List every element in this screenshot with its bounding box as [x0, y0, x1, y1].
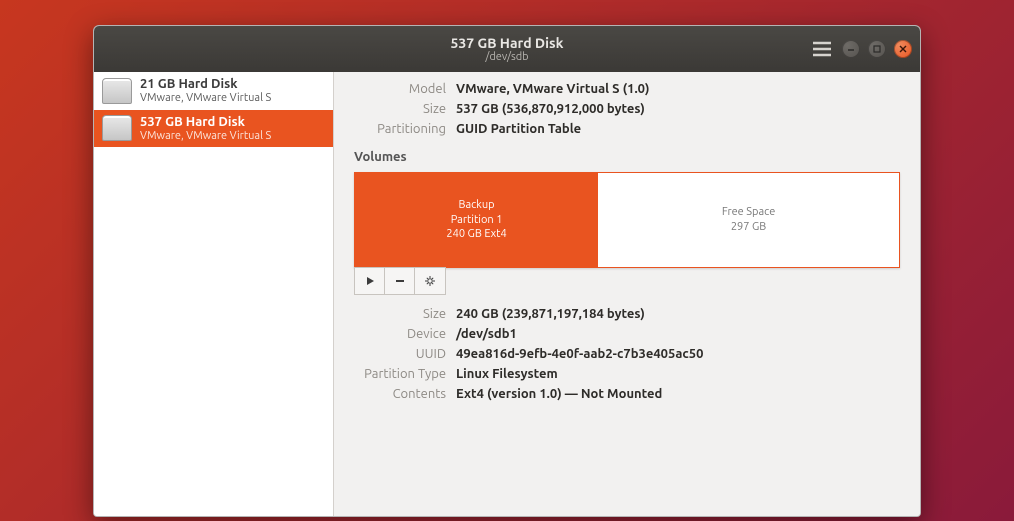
disk-properties: Model VMware, VMware Virtual S (1.0) Siz… [354, 82, 900, 136]
close-button[interactable] [894, 40, 912, 58]
disk-list-item[interactable]: 21 GB Hard Disk VMware, VMware Virtual S [94, 72, 333, 110]
window-subtitle: /dev/sdb [94, 51, 920, 64]
value-ptype: Linux Filesystem [456, 367, 900, 381]
hard-disk-icon [102, 78, 132, 104]
minimize-button[interactable] [842, 40, 860, 58]
volume-fs: 240 GB Ext4 [446, 227, 506, 242]
label-contents: Contents [354, 387, 446, 401]
maximize-button[interactable] [868, 40, 886, 58]
disk-detail-pane: Model VMware, VMware Virtual S (1.0) Siz… [334, 72, 920, 516]
window-body: 21 GB Hard Disk VMware, VMware Virtual S… [94, 72, 920, 516]
hard-disk-icon [102, 115, 132, 141]
volume-toolbar [354, 267, 446, 295]
title-text: 537 GB Hard Disk /dev/sdb [94, 35, 920, 64]
volume-bar: Backup Partition 1 240 GB Ext4 Free Spac… [354, 172, 900, 268]
disk-sublabel: VMware, VMware Virtual S [140, 130, 271, 143]
label-device: Device [354, 327, 446, 341]
titlebar: 537 GB Hard Disk /dev/sdb [94, 26, 920, 72]
value-uuid: 49ea816d-9efb-4e0f-aab2-c7b3e405ac50 [456, 347, 900, 361]
disk-sublabel: VMware, VMware Virtual S [140, 92, 271, 105]
volume-name: Backup [459, 198, 495, 213]
volume-segment-free[interactable]: Free Space 297 GB [598, 173, 899, 267]
disk-list-sidebar: 21 GB Hard Disk VMware, VMware Virtual S… [94, 72, 334, 516]
volumes-area: Backup Partition 1 240 GB Ext4 Free Spac… [354, 172, 900, 295]
value-model: VMware, VMware Virtual S (1.0) [456, 82, 900, 96]
value-size: 537 GB (536,870,912,000 bytes) [456, 102, 900, 116]
value-partitioning: GUID Partition Table [456, 122, 900, 136]
window-title: 537 GB Hard Disk [94, 35, 920, 51]
delete-partition-button[interactable] [385, 268, 415, 294]
volume-name: Free Space [722, 205, 775, 220]
volume-sub: Partition 1 [451, 213, 503, 228]
label-uuid: UUID [354, 347, 446, 361]
label-model: Model [354, 82, 446, 96]
value-device: /dev/sdb1 [456, 327, 900, 341]
value-part-size: 240 GB (239,871,197,184 bytes) [456, 307, 900, 321]
disk-list-item[interactable]: 537 GB Hard Disk VMware, VMware Virtual … [94, 110, 333, 148]
volume-sub: 297 GB [731, 220, 766, 235]
label-partitioning: Partitioning [354, 122, 446, 136]
hamburger-menu-button[interactable] [810, 37, 834, 61]
disk-name: 21 GB Hard Disk [140, 77, 271, 92]
label-part-size: Size [354, 307, 446, 321]
label-ptype: Partition Type [354, 367, 446, 381]
label-size: Size [354, 102, 446, 116]
volume-segment-partition[interactable]: Backup Partition 1 240 GB Ext4 [355, 173, 598, 267]
disks-window: 537 GB Hard Disk /dev/sdb [93, 25, 921, 517]
disk-name: 537 GB Hard Disk [140, 115, 271, 130]
partition-properties: Size 240 GB (239,871,197,184 bytes) Devi… [354, 307, 900, 401]
volumes-heading: Volumes [354, 150, 900, 164]
value-contents: Ext4 (version 1.0) — Not Mounted [456, 387, 900, 401]
partition-options-button[interactable] [415, 268, 445, 294]
mount-button[interactable] [355, 268, 385, 294]
